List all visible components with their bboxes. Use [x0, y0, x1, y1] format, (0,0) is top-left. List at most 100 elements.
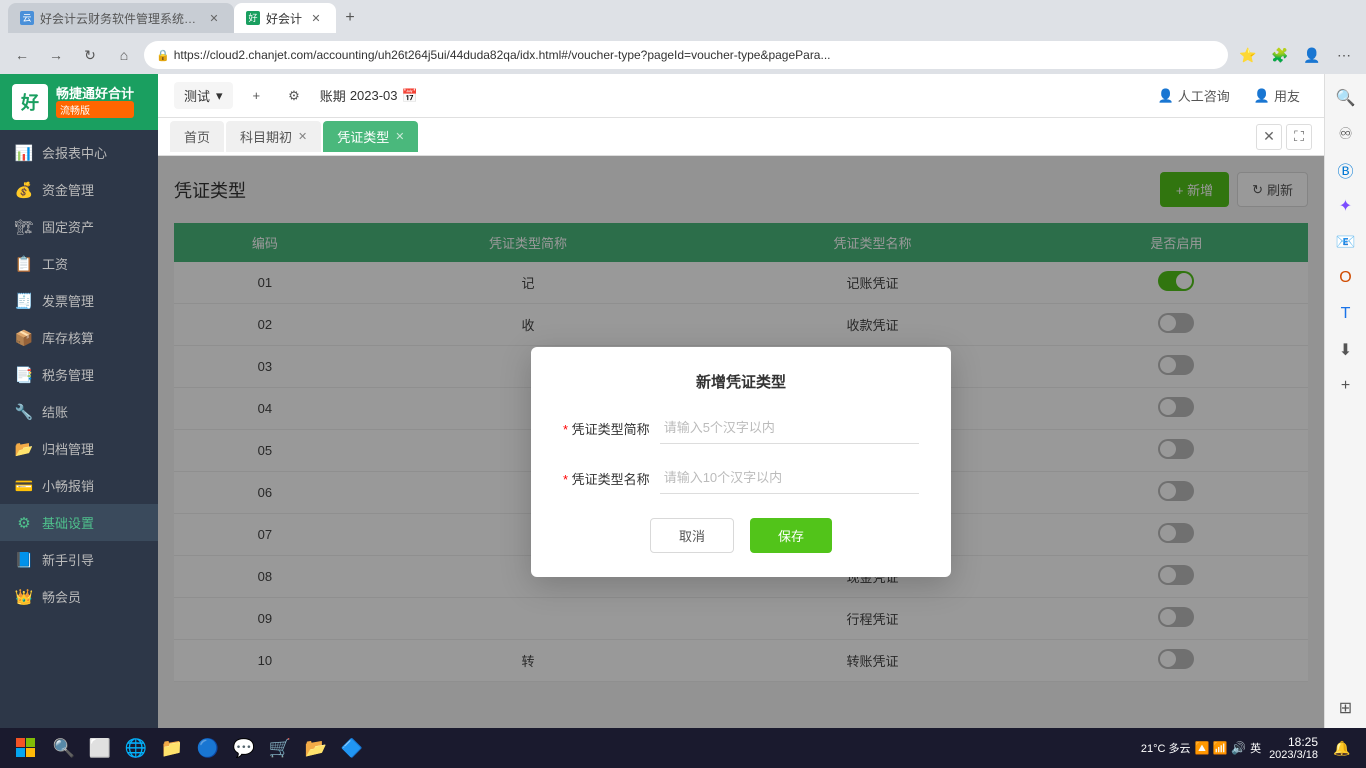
- sidebar-item-tax[interactable]: 📑 税务管理: [0, 356, 158, 393]
- sidebar-item-label: 资金管理: [42, 180, 94, 199]
- more-icon[interactable]: ⋯: [1330, 41, 1358, 69]
- inventory-icon: 📦: [14, 329, 34, 347]
- sidebar-item-inventory[interactable]: 📦 库存核算: [0, 319, 158, 356]
- taskbar-store-icon[interactable]: 🛒: [264, 732, 296, 764]
- tab-subject-close-icon[interactable]: ✕: [298, 130, 307, 143]
- taskbar-edge-icon[interactable]: 🌐: [120, 732, 152, 764]
- modal-form: 凭证类型简称 凭证类型名称: [563, 412, 919, 494]
- sidebar-item-salary[interactable]: 📋 工资: [0, 245, 158, 282]
- save-button[interactable]: 保存: [750, 518, 832, 553]
- tray-icons: 🔼 📶 🔊: [1195, 741, 1247, 755]
- page-tabs: 首页 科目期初 ✕ 凭证类型 ✕ ✕ ⛶: [158, 118, 1324, 156]
- tab-voucher-close-icon[interactable]: ✕: [395, 130, 404, 143]
- user-button[interactable]: 👤 用友: [1246, 82, 1308, 109]
- tab2-close-icon[interactable]: ✕: [308, 10, 324, 26]
- sidebar-item-expense[interactable]: 💳 小畅报销: [0, 467, 158, 504]
- guide-icon: 📘: [14, 551, 34, 569]
- lang-text: 英: [1250, 740, 1261, 756]
- logo-icon: 好: [12, 84, 48, 120]
- taskbar-chrome-icon[interactable]: 🔵: [192, 732, 224, 764]
- tab2-label: 好会计: [266, 10, 302, 27]
- outlook-icon[interactable]: 📧: [1330, 226, 1362, 258]
- settings-icon: ⚙: [14, 514, 34, 532]
- sidebar-item-capital[interactable]: 💰 资金管理: [0, 171, 158, 208]
- sidebar-item-settings[interactable]: ⚙ 基础设置: [0, 504, 158, 541]
- office-icon[interactable]: O: [1330, 262, 1362, 294]
- sidebar-item-label: 基础设置: [42, 513, 94, 532]
- form-short-label: 凭证类型简称: [563, 419, 650, 438]
- copilot-icon[interactable]: ✦: [1330, 190, 1362, 222]
- settings-button[interactable]: ⚙: [280, 84, 308, 108]
- home-button[interactable]: ⌂: [110, 41, 138, 69]
- plus-icon[interactable]: +: [1330, 370, 1362, 402]
- cancel-button[interactable]: 取消: [650, 518, 734, 553]
- help-button[interactable]: 👤 人工咨询: [1150, 82, 1238, 109]
- sidebar-item-settlement[interactable]: 🔧 结账: [0, 393, 158, 430]
- sidebar-item-label: 库存核算: [42, 328, 94, 347]
- forward-button[interactable]: →: [42, 41, 70, 69]
- company-selector[interactable]: 测试 ▾: [174, 82, 233, 109]
- extensions-icon[interactable]: 🧩: [1266, 41, 1294, 69]
- tab-home-label: 首页: [184, 127, 210, 146]
- sidebar-item-dashboard[interactable]: 📊 会报表中心: [0, 134, 158, 171]
- tab-home[interactable]: 首页: [170, 121, 224, 152]
- tab-subject-label: 科目期初: [240, 127, 292, 146]
- taskbar: 🔍 ⬜ 🌐 📁 🔵 💬 🛒 📂 🔷 21°C 多云 🔼 📶 🔊 英 18:25 …: [0, 728, 1366, 768]
- url-text: https://cloud2.chanjet.com/accounting/uh…: [174, 48, 831, 62]
- taskbar-wechat-icon[interactable]: 💬: [228, 732, 260, 764]
- browser-tab-2[interactable]: 好 好会计 ✕: [234, 3, 336, 33]
- download-icon[interactable]: ⬇: [1330, 334, 1362, 366]
- favorites-icon[interactable]: ⭐: [1234, 41, 1262, 69]
- invoice-icon: 🧾: [14, 292, 34, 310]
- start-button[interactable]: [8, 732, 44, 764]
- bing-icon[interactable]: Ⓑ: [1330, 154, 1362, 186]
- sidebar-item-invoice[interactable]: 🧾 发票管理: [0, 282, 158, 319]
- capital-icon: 💰: [14, 181, 34, 199]
- address-bar[interactable]: 🔒 https://cloud2.chanjet.com/accounting/…: [144, 41, 1228, 69]
- new-tab-button[interactable]: +: [336, 4, 364, 32]
- translate-icon[interactable]: T: [1330, 298, 1362, 330]
- taskbar-explorer-icon[interactable]: 📁: [156, 732, 188, 764]
- search-sidebar-icon[interactable]: 🔍: [1330, 82, 1362, 114]
- form-short-input[interactable]: [660, 412, 919, 444]
- tab-subject[interactable]: 科目期初 ✕: [226, 121, 321, 152]
- sidebar-item-guide[interactable]: 📘 新手引导: [0, 541, 158, 578]
- header-actions: 👤 人工咨询 👤 用友: [1150, 82, 1308, 109]
- fullscreen-button[interactable]: ⛶: [1286, 124, 1312, 150]
- tab1-favicon: 云: [20, 11, 34, 25]
- tab1-close-icon[interactable]: ✕: [206, 10, 222, 26]
- collections-icon[interactable]: ♾: [1330, 118, 1362, 150]
- sidebar-item-label: 畅会员: [42, 587, 81, 606]
- sidebar-item-archive[interactable]: 📂 归档管理: [0, 430, 158, 467]
- add-company-button[interactable]: +: [245, 84, 269, 107]
- back-button[interactable]: ←: [8, 41, 36, 69]
- profile-icon[interactable]: 👤: [1298, 41, 1326, 69]
- dashboard-icon: 📊: [14, 144, 34, 162]
- sidebar-item-label: 税务管理: [42, 365, 94, 384]
- modal-overlay: 新增凭证类型 凭证类型简称 凭证类型名称 取消 保存: [158, 156, 1324, 768]
- browser-tab-1[interactable]: 云 好会计云财务软件管理系统_会计 ✕: [8, 3, 234, 33]
- refresh-button[interactable]: ↻: [76, 41, 104, 69]
- sidebar-item-assets[interactable]: 🏗 固定资产: [0, 208, 158, 245]
- settlement-icon: 🔧: [14, 403, 34, 421]
- assets-icon: 🏗: [14, 218, 34, 236]
- minimize-button[interactable]: ✕: [1256, 124, 1282, 150]
- grid-icon[interactable]: ⊞: [1330, 692, 1362, 724]
- app-header: 测试 ▾ + ⚙ 账期 2023-03 📅 👤 人工咨询 👤 用友: [158, 74, 1324, 118]
- sidebar-item-label: 固定资产: [42, 217, 94, 236]
- tab-voucher-type[interactable]: 凭证类型 ✕: [323, 121, 418, 152]
- expense-icon: 💳: [14, 477, 34, 495]
- taskbar-task-view-icon[interactable]: ⬜: [84, 732, 116, 764]
- logo-text: 畅捷通好合计: [56, 86, 134, 102]
- taskbar-edge2-icon[interactable]: 🔷: [336, 732, 368, 764]
- sidebar-item-member[interactable]: 👑 畅会员: [0, 578, 158, 615]
- sidebar-item-label: 会报表中心: [42, 143, 107, 162]
- dropdown-icon: ▾: [216, 88, 223, 104]
- sidebar-menu: 📊 会报表中心 💰 资金管理 🏗 固定资产 📋 工资 🧾 发票管理 📦: [0, 130, 158, 734]
- weather-text: 21°C 多云: [1141, 740, 1191, 756]
- left-sidebar: 好 畅捷通好合计 流畅版 📊 会报表中心 💰 资金管理 🏗 固定资产 📋 工资: [0, 74, 158, 768]
- taskbar-search-icon[interactable]: 🔍: [48, 732, 80, 764]
- notification-icon[interactable]: 🔔: [1326, 732, 1358, 764]
- form-name-input[interactable]: [660, 462, 919, 494]
- taskbar-folder-icon[interactable]: 📂: [300, 732, 332, 764]
